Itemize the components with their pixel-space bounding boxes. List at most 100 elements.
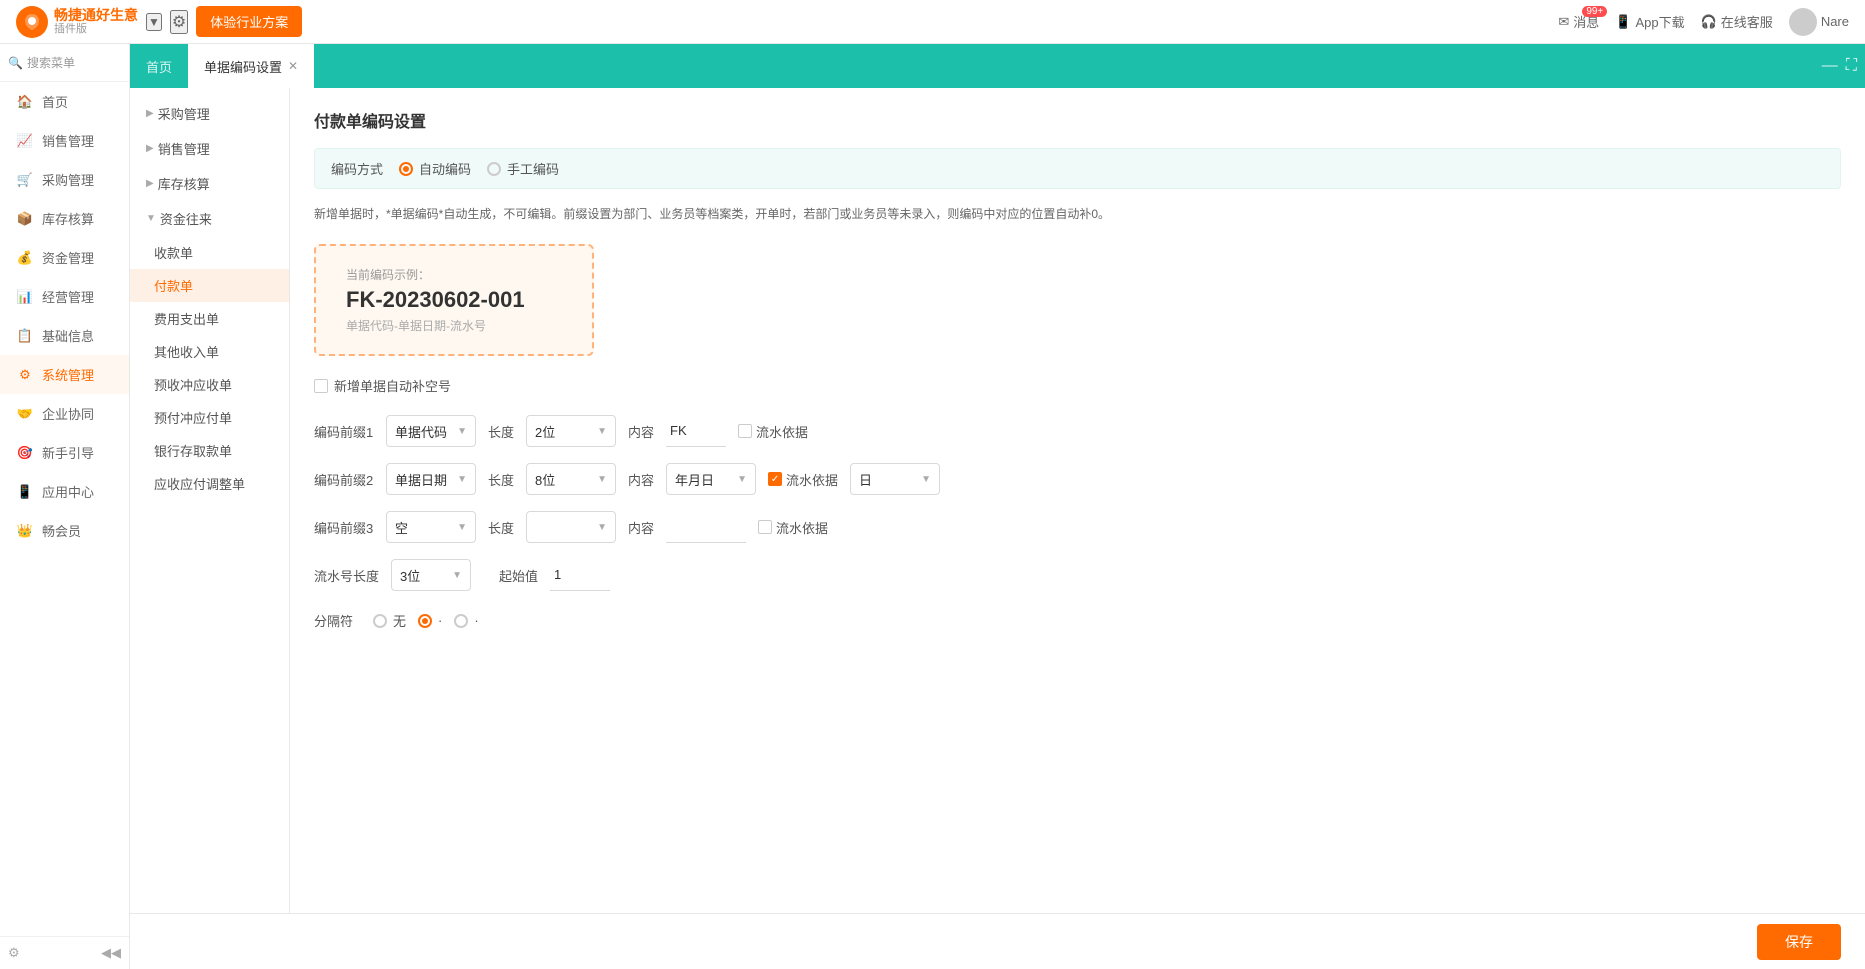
chevron-down-icon: ▼ — [457, 522, 467, 533]
flow-check-3[interactable] — [758, 520, 772, 534]
settings-gear-button[interactable]: ⚙ — [170, 10, 188, 34]
sub-nav-capital[interactable]: ▼ 资金往来 — [130, 201, 289, 236]
sub-nav-purchase[interactable]: ▶ 采购管理 — [130, 96, 289, 131]
message-icon: ✉ — [1558, 14, 1569, 30]
sub-nav-receipt[interactable]: 收款单 — [130, 236, 289, 269]
prefix2-label: 编码前缀2 — [314, 470, 374, 489]
start-value-input[interactable]: 1 — [550, 559, 610, 591]
sub-nav-adjustment[interactable]: 应收应付调整单 — [130, 467, 289, 500]
sidebar-bottom: ⚙ ◀◀ — [0, 936, 129, 969]
sub-nav-other-income[interactable]: 其他收入单 — [130, 335, 289, 368]
chevron-down-icon: ▼ — [457, 474, 467, 485]
encoding-mode-label: 编码方式 — [331, 159, 383, 178]
sidebar-item-home[interactable]: 🏠 首页 — [0, 82, 129, 121]
sidebar-item-operations[interactable]: 📊 经营管理 — [0, 277, 129, 316]
flow-unit-select[interactable]: 日 ▼ — [850, 463, 940, 495]
content1-label: 内容 — [628, 422, 654, 441]
prefix1-select[interactable]: 单据代码 ▼ — [386, 415, 476, 447]
sep-none-radio[interactable] — [373, 614, 387, 628]
tab-close-button[interactable]: ✕ — [288, 59, 298, 73]
arrow-down-icon: ▼ — [146, 213, 156, 224]
start-label: 起始值 — [499, 566, 538, 585]
sub-nav-sales[interactable]: ▶ 销售管理 — [130, 131, 289, 166]
sidebar-item-system[interactable]: ⚙ 系统管理 — [0, 355, 129, 394]
inventory-icon: 📦 — [16, 210, 34, 228]
sep-dot-radio[interactable] — [418, 614, 432, 628]
arrow-icon: ▶ — [146, 108, 154, 119]
prefix3-label: 编码前缀3 — [314, 518, 374, 537]
separator-label: 分隔符 — [314, 611, 353, 630]
sidebar-item-purchase[interactable]: 🛒 采购管理 — [0, 160, 129, 199]
top-header: 畅捷通好生意 插件版 ▼ ⚙ 体验行业方案 ✉ 消息 99+ 📱 App下载 🎧… — [0, 0, 1865, 44]
search-menu-button[interactable]: 🔍 搜索菜单 — [0, 44, 129, 82]
sidebar-item-finance[interactable]: 💰 资金管理 — [0, 238, 129, 277]
sidebar-item-collab[interactable]: 🤝 企业协同 — [0, 394, 129, 433]
purchase-icon: 🛒 — [16, 171, 34, 189]
length1-label: 长度 — [488, 422, 514, 441]
flow-check-2[interactable]: ✓ — [768, 472, 782, 486]
flow-check-1[interactable] — [738, 424, 752, 438]
flow-checkbox-2[interactable]: ✓ 流水依据 — [768, 470, 838, 489]
arrow-icon: ▶ — [146, 178, 154, 189]
sub-nav-inventory[interactable]: ▶ 库存核算 — [130, 166, 289, 201]
manual-encoding-radio[interactable] — [487, 162, 501, 176]
sep-dash-option[interactable]: · — [454, 613, 478, 628]
serial-select[interactable]: 3位 ▼ — [391, 559, 471, 591]
sub-nav-payment[interactable]: 付款单 — [130, 269, 289, 302]
message-button[interactable]: ✉ 消息 99+ — [1558, 12, 1599, 31]
finance-icon: 💰 — [16, 249, 34, 267]
sidebar-item-guide[interactable]: 🎯 新手引导 — [0, 433, 129, 472]
sep-dash-radio[interactable] — [454, 614, 468, 628]
prefix2-select[interactable]: 单据日期 ▼ — [386, 463, 476, 495]
maximize-icon[interactable]: ⛶ — [1846, 57, 1857, 75]
info-text: 新增单据时，*单据编码*自动生成，不可编辑。前缀设置为部门、业务员等档案类，开单… — [314, 205, 1841, 224]
trial-button[interactable]: 体验行业方案 — [196, 6, 302, 37]
guide-icon: 🎯 — [16, 444, 34, 462]
sep-dot-option[interactable]: · — [418, 613, 442, 628]
sub-nav-prepay-payment[interactable]: 预付冲应付单 — [130, 401, 289, 434]
sidebar-item-app-center[interactable]: 📱 应用中心 — [0, 472, 129, 511]
chevron-down-icon: ▼ — [457, 426, 467, 437]
save-button[interactable]: 保存 — [1757, 924, 1841, 960]
length3-select[interactable]: ▼ — [526, 511, 616, 543]
minimize-icon[interactable]: — — [1822, 57, 1838, 75]
tab-encoding[interactable]: 单据编码设置 ✕ — [188, 44, 314, 88]
sub-nav-bank-deposit[interactable]: 银行存取款单 — [130, 434, 289, 467]
code-preview-label: 当前编码示例： — [346, 266, 562, 283]
online-service-button[interactable]: 🎧 在线客服 — [1701, 12, 1773, 31]
module-dropdown[interactable]: ▼ — [146, 13, 162, 31]
chevron-down-icon: ▼ — [597, 474, 607, 485]
page-body: ▶ 采购管理 ▶ 销售管理 ▶ 库存核算 ▼ 资金往来 收款单 付款单 费用支出… — [130, 88, 1865, 913]
sub-nav-expense[interactable]: 费用支出单 — [130, 302, 289, 335]
length1-select[interactable]: 2位 ▼ — [526, 415, 616, 447]
content1-value: FK — [666, 415, 726, 447]
sales-icon: 📈 — [16, 132, 34, 150]
collapse-sidebar-icon[interactable]: ◀◀ — [101, 945, 121, 961]
tab-home[interactable]: 首页 — [130, 44, 188, 88]
manual-encoding-option[interactable]: 手工编码 — [487, 159, 559, 178]
auto-fill-checkbox[interactable] — [314, 379, 328, 393]
length2-select[interactable]: 8位 ▼ — [526, 463, 616, 495]
auto-encoding-option[interactable]: 自动编码 — [399, 159, 471, 178]
sidebar-nav: 🏠 首页 📈 销售管理 🛒 采购管理 📦 库存核算 💰 资金管理 📊 经 — [0, 82, 129, 936]
content-area: 首页 单据编码设置 ✕ — ⛶ ▶ 采购管理 ▶ 销售管理 — [130, 44, 1865, 969]
prefix3-select[interactable]: 空 ▼ — [386, 511, 476, 543]
content2-select[interactable]: 年月日 ▼ — [666, 463, 756, 495]
app-download-button[interactable]: 📱 App下载 — [1615, 12, 1684, 31]
sidebar-item-basic[interactable]: 📋 基础信息 — [0, 316, 129, 355]
separator-row: 分隔符 无 · · — [314, 611, 1841, 630]
config-row-1: 编码前缀1 单据代码 ▼ 长度 2位 ▼ 内容 FK 流水依据 — [314, 415, 1841, 447]
flow-checkbox-3[interactable]: 流水依据 — [758, 518, 828, 537]
length3-label: 长度 — [488, 518, 514, 537]
chevron-down-icon: ▼ — [737, 474, 747, 485]
user-menu[interactable]: Nare — [1789, 8, 1849, 36]
sep-none-option[interactable]: 无 — [373, 611, 406, 630]
sub-nav-prepay-receipt[interactable]: 预收冲应收单 — [130, 368, 289, 401]
sidebar-item-inventory[interactable]: 📦 库存核算 — [0, 199, 129, 238]
app-center-icon: 📱 — [16, 483, 34, 501]
auto-encoding-radio[interactable] — [399, 162, 413, 176]
settings-bottom-icon[interactable]: ⚙ — [8, 945, 20, 961]
flow-checkbox-1[interactable]: 流水依据 — [738, 422, 808, 441]
sidebar-item-sales[interactable]: 📈 销售管理 — [0, 121, 129, 160]
sidebar-item-member[interactable]: 👑 畅会员 — [0, 511, 129, 550]
